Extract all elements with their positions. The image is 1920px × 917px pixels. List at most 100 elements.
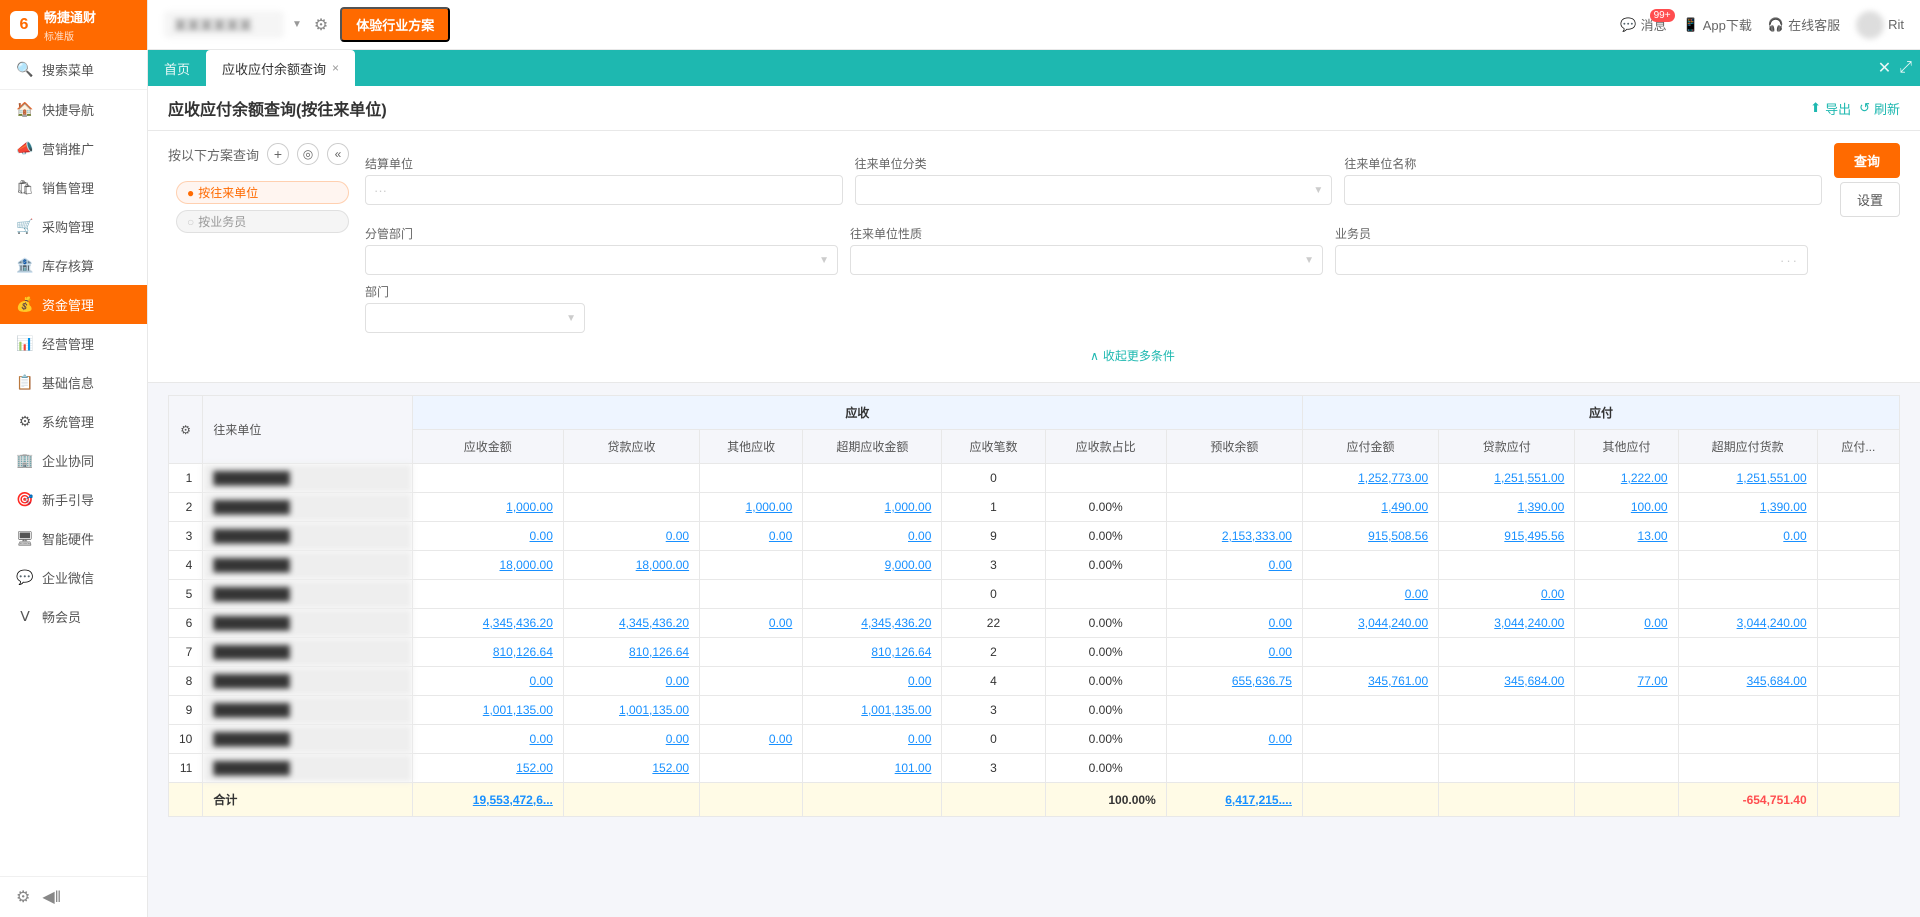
filter-add-button[interactable]: + (267, 143, 289, 165)
sidebar-bottom: ⚙ ◀‖ (0, 876, 147, 917)
brand-arrow-icon[interactable]: ▼ (292, 19, 302, 30)
table-row: 2█████████1,000.001,000.001,000.0010.00%… (169, 493, 1900, 522)
col-ar-count: 应收笔数 (942, 430, 1045, 464)
sidebar-nav: 🏠 快捷导航 📣 营销推广 🛍 销售管理 🛒 采购管理 🏦 库存核算 💰 资金管… (0, 90, 147, 876)
table-row: 1█████████01,252,773.001,251,551.001,222… (169, 464, 1900, 493)
header-brand: 某某某某某某 ▼ (164, 11, 302, 38)
filter-partner-nature: 往来单位性质 ▼ (850, 225, 1323, 275)
tab-close-icon[interactable]: × (332, 61, 339, 75)
sidebar-item-sales[interactable]: 🛍 销售管理 (0, 168, 147, 207)
partner-name-input[interactable] (1344, 175, 1822, 205)
footer-ap-loan (1439, 783, 1575, 817)
search-icon: 🔍 (16, 61, 34, 78)
sidebar: 6 畅捷通财 标准版 🔍 搜索菜单 🏠 快捷导航 📣 营销推广 🛍 销售管理 🛒… (0, 0, 148, 917)
footer-ar-overdue (803, 783, 942, 817)
table-row: 7█████████810,126.64810,126.64810,126.64… (169, 638, 1900, 667)
department-input[interactable]: ▼ (365, 303, 585, 333)
search-menu-item[interactable]: 🔍 搜索菜单 (0, 50, 147, 90)
col-ar-loan: 贷款应收 (563, 430, 699, 464)
tab-home[interactable]: 首页 (148, 50, 206, 86)
filter-settlement-unit: 结算单位 ··· (365, 155, 843, 205)
sidebar-logo: 6 畅捷通财 标准版 (0, 0, 147, 50)
online-service-action[interactable]: 🎧 在线客服 (1768, 15, 1840, 34)
tab-fullscreen-icon[interactable]: ⤢ (1899, 59, 1912, 77)
col-ar-other: 其他应收 (700, 430, 803, 464)
app-download-action[interactable]: 📱 App下载 (1683, 15, 1752, 34)
data-table: ⚙ 往来单位 应收 应付 应收金额 贷款应收 其他应收 超期应收金额 应收笔数 … (168, 395, 1900, 817)
message-action[interactable]: 💬 消息 99+ (1620, 15, 1666, 34)
filter-bar-top: 按以下方案查询 + ◎ « (168, 143, 349, 165)
partner-name-label: 往来单位名称 (1344, 155, 1822, 172)
footer-ap-other (1575, 783, 1678, 817)
filter-collapse-button[interactable]: « (327, 143, 349, 165)
col-settings[interactable]: ⚙ (169, 396, 203, 464)
brand-text: 某某某某某某 (164, 11, 284, 38)
logo-icon: 6 (10, 11, 38, 39)
col-ap-other: 其他应付 (1575, 430, 1678, 464)
partner-nature-input[interactable]: ▼ (850, 245, 1323, 275)
footer-empty1 (169, 783, 203, 817)
scheme-partner-tag[interactable]: ● 按往来单位 (176, 181, 349, 204)
page-actions: ⬆ 导出 ↺ 刷新 (1810, 99, 1900, 118)
collapse-filter-button[interactable]: ∧ 收起更多条件 (365, 341, 1900, 370)
scheme-salesperson-tag[interactable]: ○ 按业务员 (176, 210, 349, 233)
sidebar-item-marketing[interactable]: 📣 营销推广 (0, 129, 147, 168)
filter-partner-category: 往来单位分类 ▼ (855, 155, 1333, 205)
filter-scheme-button[interactable]: ◎ (297, 143, 319, 165)
salesperson-input[interactable]: ··· (1335, 245, 1808, 275)
salesperson-label: 业务员 (1335, 225, 1808, 242)
filter-partner-name: 往来单位名称 (1344, 155, 1822, 205)
footer-ar-amount[interactable]: 19,553,472,6... (412, 783, 563, 817)
sidebar-item-system[interactable]: ⚙ 系统管理 (0, 402, 147, 441)
collapse-sidebar-icon[interactable]: ◀‖ (42, 887, 61, 907)
dept-manager-input[interactable]: ▼ (365, 245, 838, 275)
version-badge: 标准版 (44, 28, 96, 43)
tab-close-window-icon[interactable]: ✕ (1878, 58, 1891, 78)
header-actions: 💬 消息 99+ 📱 App下载 🎧 在线客服 Rit (1620, 11, 1904, 39)
footer-ar-prepaid[interactable]: 6,417,215.... (1166, 783, 1302, 817)
col-ap-loan: 贷款应付 (1439, 430, 1575, 464)
message-badge: 99+ (1650, 9, 1675, 22)
tab-ar-ap[interactable]: 应收应付余额查询 × (206, 50, 355, 86)
service-icon: 🎧 (1768, 17, 1784, 33)
sidebar-item-finance[interactable]: 💰 资金管理 (0, 285, 147, 324)
sidebar-item-corpwx[interactable]: 💬 企业微信 (0, 558, 147, 597)
sidebar-item-inventory[interactable]: 🏦 库存核算 (0, 246, 147, 285)
settlement-unit-input[interactable]: ··· (365, 175, 843, 205)
export-button[interactable]: ⬆ 导出 (1810, 99, 1851, 118)
refresh-button[interactable]: ↺ 刷新 (1859, 99, 1900, 118)
user-avatar[interactable]: Rit (1856, 11, 1904, 39)
col-ar-ratio: 应收款占比 (1045, 430, 1166, 464)
sidebar-item-basicinfo[interactable]: 📋 基础信息 (0, 363, 147, 402)
partner-category-label: 往来单位分类 (855, 155, 1333, 172)
col-ap-more: 应付... (1817, 430, 1899, 464)
col-ap-overdue: 超期应付货款 (1678, 430, 1817, 464)
sidebar-item-quicknav[interactable]: 🏠 快捷导航 (0, 90, 147, 129)
partner-nature-label: 往来单位性质 (850, 225, 1323, 242)
gear-icon[interactable]: ⚙ (314, 15, 328, 35)
sidebar-item-purchase[interactable]: 🛒 采购管理 (0, 207, 147, 246)
footer-ar-loan (563, 783, 699, 817)
sidebar-item-smarthw[interactable]: 🖥 智能硬件 (0, 519, 147, 558)
sidebar-item-operation[interactable]: 📊 经营管理 (0, 324, 147, 363)
footer-ap-more (1817, 783, 1899, 817)
col-ar-prepaid: 预收余额 (1166, 430, 1302, 464)
download-icon: 📱 (1683, 17, 1699, 33)
settings-bottom-icon[interactable]: ⚙ (16, 887, 30, 907)
sidebar-item-corpcollab[interactable]: 🏢 企业协同 (0, 441, 147, 480)
table-row: 9█████████1,001,135.001,001,135.001,001,… (169, 696, 1900, 725)
dots-icon: ··· (374, 183, 387, 198)
query-button[interactable]: 查询 (1834, 143, 1900, 178)
settings-button[interactable]: 设置 (1840, 182, 1900, 217)
tab-bar: 首页 应收应付余额查询 × ✕ ⤢ (148, 50, 1920, 86)
sidebar-item-vip[interactable]: Ⅴ 畅会员 (0, 597, 147, 636)
salesperson-dots-icon: ··· (1780, 253, 1799, 268)
export-icon: ⬆ (1810, 100, 1821, 116)
table-row: 10█████████0.000.000.000.0000.00%0.00 (169, 725, 1900, 754)
sidebar-item-guide[interactable]: 🎯 新手引导 (0, 480, 147, 519)
table-row: 5█████████00.000.00 (169, 580, 1900, 609)
table-row: 11█████████152.00152.00101.0030.00% (169, 754, 1900, 783)
page-header: 应收应付余额查询(按往来单位) ⬆ 导出 ↺ 刷新 (148, 86, 1920, 131)
promo-button[interactable]: 体验行业方案 (340, 7, 450, 42)
partner-category-input[interactable]: ▼ (855, 175, 1333, 205)
